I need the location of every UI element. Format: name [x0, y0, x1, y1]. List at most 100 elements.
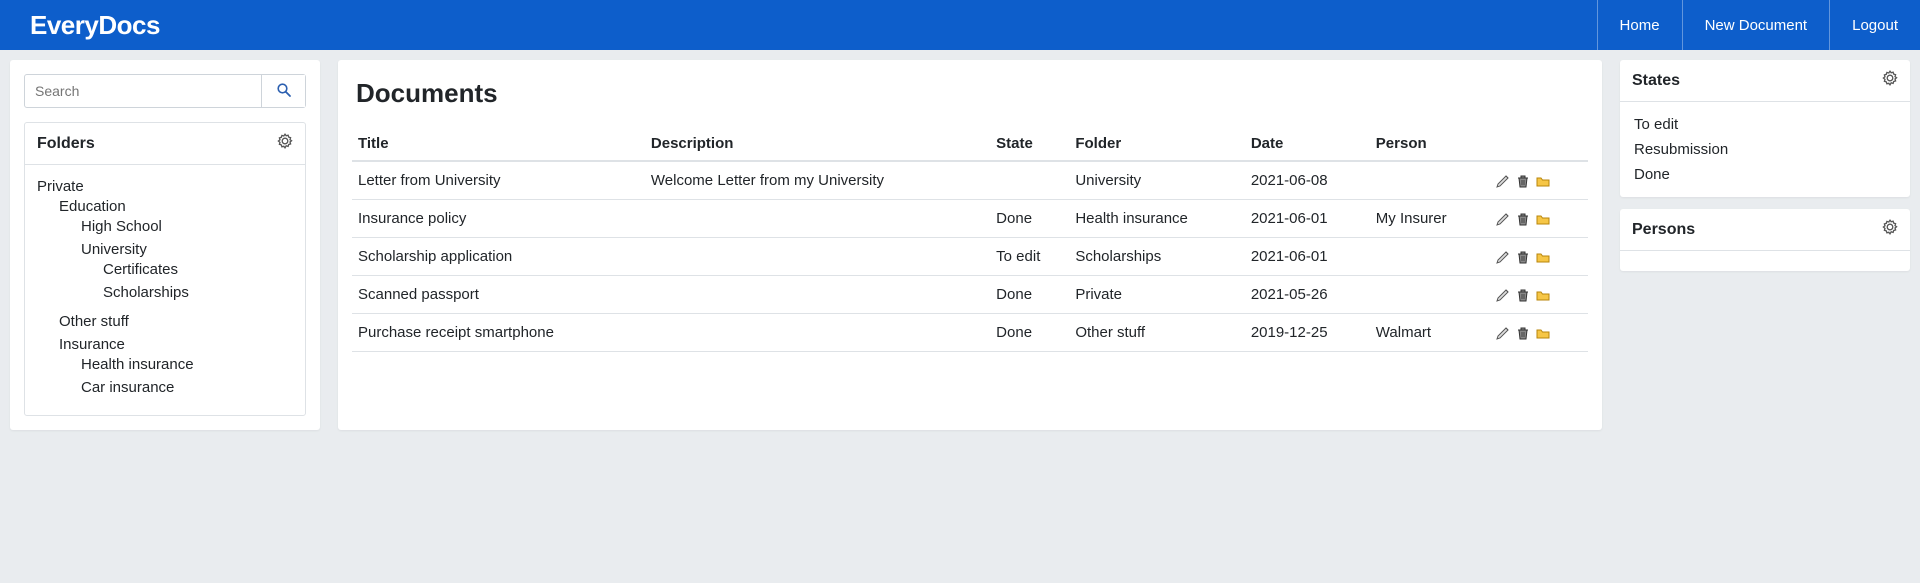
- cell-person: [1370, 161, 1487, 200]
- row-actions: [1487, 238, 1588, 276]
- open-folder-button[interactable]: [1534, 249, 1552, 265]
- cell-folder: Health insurance: [1069, 200, 1244, 238]
- search-form: [24, 74, 306, 108]
- persons-card: Persons: [1620, 209, 1910, 271]
- table-row: Scanned passportDonePrivate2021-05-26: [352, 276, 1588, 314]
- cell-state: To edit: [990, 238, 1069, 276]
- folders-settings-button[interactable]: [277, 133, 293, 154]
- documents-table: Title Description State Folder Date Pers…: [352, 127, 1588, 352]
- search-button[interactable]: [261, 75, 305, 107]
- open-folder-button[interactable]: [1534, 211, 1552, 227]
- folder-label: Car insurance: [81, 379, 174, 396]
- states-card: States To editResubmissionDone: [1620, 60, 1910, 197]
- row-actions: [1487, 200, 1588, 238]
- folder-icon: [1535, 287, 1551, 303]
- main-panel: Documents Title Description State Folder…: [338, 60, 1602, 430]
- sidebar-right: States To editResubmissionDone Persons: [1620, 60, 1910, 430]
- folder-item[interactable]: UniversityCertificates Scholarships: [81, 238, 293, 307]
- nav-home[interactable]: Home: [1597, 0, 1682, 50]
- search-icon: [276, 82, 292, 101]
- persons-settings-button[interactable]: [1882, 219, 1898, 240]
- header: EveryDocs Home New Document Logout: [0, 0, 1920, 50]
- row-actions: [1487, 276, 1588, 314]
- cell-person: Walmart: [1370, 314, 1487, 352]
- trash-icon: [1515, 287, 1531, 303]
- edit-button[interactable]: [1494, 211, 1512, 227]
- gear-icon: [1882, 70, 1898, 91]
- cell-date: 2021-06-01: [1245, 238, 1370, 276]
- state-item[interactable]: Resubmission: [1632, 137, 1898, 162]
- table-row: Insurance policyDoneHealth insurance2021…: [352, 200, 1588, 238]
- delete-button[interactable]: [1514, 211, 1532, 227]
- pencil-icon: [1495, 325, 1511, 341]
- folder-item[interactable]: Education High School UniversityCertificat…: [59, 195, 293, 310]
- cell-person: [1370, 276, 1487, 314]
- delete-button[interactable]: [1514, 249, 1532, 265]
- folder-icon: [1535, 249, 1551, 265]
- state-item[interactable]: To edit: [1632, 112, 1898, 137]
- folder-label: Scholarships: [103, 284, 189, 301]
- folder-icon: [1535, 211, 1551, 227]
- cell-person: My Insurer: [1370, 200, 1487, 238]
- folders-heading: Folders: [37, 135, 95, 153]
- state-item[interactable]: Done: [1632, 162, 1898, 187]
- folder-item[interactable]: Health insurance: [81, 353, 293, 376]
- pencil-icon: [1495, 249, 1511, 265]
- delete-button[interactable]: [1514, 173, 1532, 189]
- brand-logo: EveryDocs: [30, 10, 160, 41]
- cell-description: [645, 314, 990, 352]
- folder-label: Other stuff: [59, 313, 129, 330]
- cell-description: [645, 200, 990, 238]
- col-date: Date: [1245, 127, 1370, 161]
- col-description: Description: [645, 127, 990, 161]
- trash-icon: [1515, 173, 1531, 189]
- col-state: State: [990, 127, 1069, 161]
- states-settings-button[interactable]: [1882, 70, 1898, 91]
- sidebar-left: Folders Private Education High School Unive…: [10, 60, 320, 430]
- folder-label: Health insurance: [81, 356, 194, 373]
- edit-button[interactable]: [1494, 249, 1512, 265]
- nav-new-document[interactable]: New Document: [1682, 0, 1830, 50]
- pencil-icon: [1495, 173, 1511, 189]
- search-input[interactable]: [25, 75, 261, 107]
- table-row: Purchase receipt smartphoneDoneOther stu…: [352, 314, 1588, 352]
- open-folder-button[interactable]: [1534, 173, 1552, 189]
- delete-button[interactable]: [1514, 325, 1532, 341]
- folder-item[interactable]: Scholarships: [103, 281, 293, 304]
- folder-label: Private: [37, 178, 84, 195]
- cell-title: Insurance policy: [352, 200, 645, 238]
- cell-state: Done: [990, 314, 1069, 352]
- folder-icon: [1535, 325, 1551, 341]
- trash-icon: [1515, 249, 1531, 265]
- open-folder-button[interactable]: [1534, 325, 1552, 341]
- table-row: Letter from UniversityWelcome Letter fro…: [352, 161, 1588, 200]
- edit-button[interactable]: [1494, 173, 1512, 189]
- nav-logout[interactable]: Logout: [1829, 0, 1920, 50]
- folders-card: Folders Private Education High School Unive…: [24, 122, 306, 416]
- folder-item[interactable]: Private Education High School UniversityCer…: [37, 175, 293, 405]
- states-list: To editResubmissionDone: [1632, 112, 1898, 187]
- cell-description: Welcome Letter from my University: [645, 161, 990, 200]
- folder-icon: [1535, 173, 1551, 189]
- cell-state: [990, 161, 1069, 200]
- cell-date: 2019-12-25: [1245, 314, 1370, 352]
- folder-label: University: [81, 241, 147, 258]
- top-nav: Home New Document Logout: [1597, 0, 1920, 50]
- gear-icon: [1882, 219, 1898, 240]
- cell-date: 2021-06-01: [1245, 200, 1370, 238]
- folder-item[interactable]: Certificates: [103, 258, 293, 281]
- folder-item[interactable]: Car insurance: [81, 376, 293, 399]
- folder-label: Education: [59, 198, 126, 215]
- folder-item[interactable]: Other stuff: [59, 310, 293, 333]
- cell-description: [645, 238, 990, 276]
- col-person: Person: [1370, 127, 1487, 161]
- cell-folder: Private: [1069, 276, 1244, 314]
- open-folder-button[interactable]: [1534, 287, 1552, 303]
- folder-label: High School: [81, 218, 162, 235]
- states-heading: States: [1632, 72, 1680, 90]
- edit-button[interactable]: [1494, 287, 1512, 303]
- folder-item[interactable]: High School: [81, 215, 293, 238]
- edit-button[interactable]: [1494, 325, 1512, 341]
- delete-button[interactable]: [1514, 287, 1532, 303]
- folder-item[interactable]: InsuranceHealth insuranceCar insurance: [59, 333, 293, 402]
